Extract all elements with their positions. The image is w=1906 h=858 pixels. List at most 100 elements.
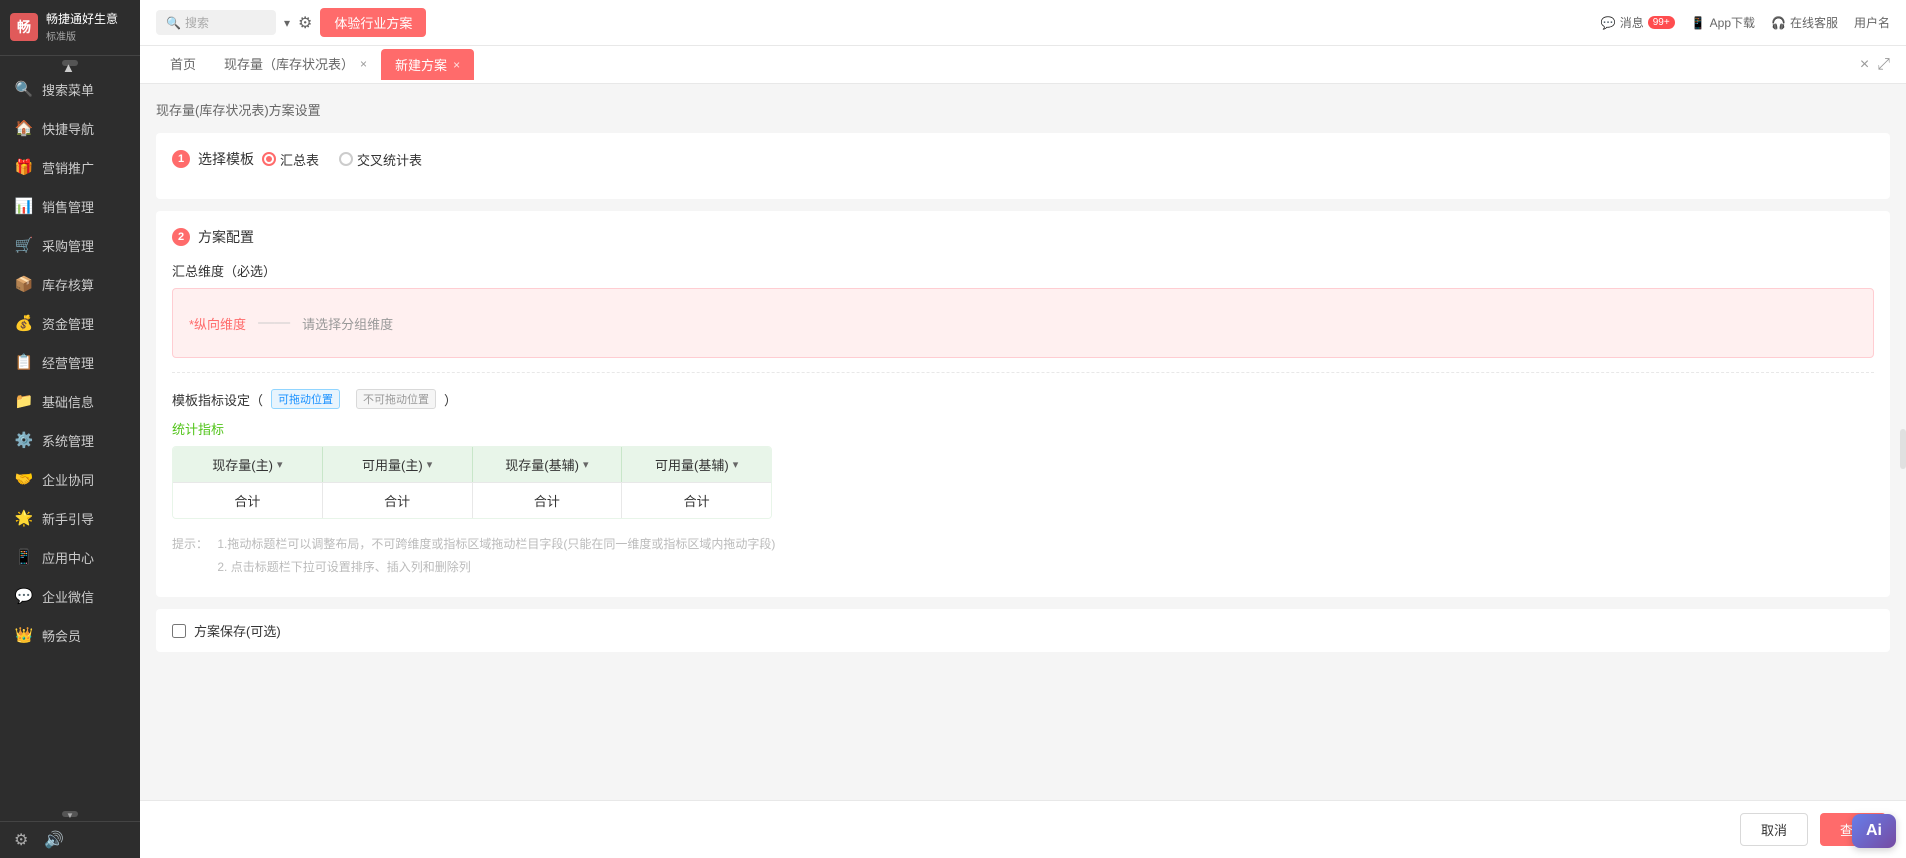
sidebar-item-label: 基础信息 [42,392,94,411]
message-badge: 99+ [1648,16,1675,29]
template-settings-prefix: 模板指标设定（ [172,390,263,409]
template-radio-group: 汇总表 交叉统计表 [262,150,422,169]
window-close-icon[interactable]: × [1860,56,1869,74]
headset-icon: 🎧 [1771,16,1786,30]
folder-icon: 📁 [14,392,34,410]
radio-summary[interactable]: 汇总表 [262,150,319,169]
user-name: 用户名 [1854,16,1890,30]
cell-0-1: 合计 [323,482,473,518]
online-service-button[interactable]: 🎧 在线客服 [1771,14,1838,31]
tab-new-plan[interactable]: 新建方案 × [381,49,474,80]
chevron-down-icon-3: ▾ [733,458,739,471]
sidebar-item-sales[interactable]: 📊 销售管理 [0,187,140,226]
sidebar-item-finance[interactable]: 💰 资金管理 [0,304,140,343]
cancel-button[interactable]: 取消 [1740,813,1808,846]
tag-draggable: 可拖动位置 [271,389,340,409]
sidebar-item-basic[interactable]: 📁 基础信息 [0,382,140,421]
sidebar-item-label: 资金管理 [42,314,94,333]
trial-btn[interactable]: 体验行业方案 [320,8,426,37]
radio-summary-label: 汇总表 [280,150,319,169]
app-logo: 畅 畅捷通好生意 标准版 [0,0,140,56]
sidebar-item-newbie[interactable]: 🌟 新手引导 [0,499,140,538]
sidebar-item-search[interactable]: 🔍 搜索菜单 [0,70,140,109]
sidebar-item-label: 经营管理 [42,353,94,372]
sidebar-item-app-center[interactable]: 📱 应用中心 [0,538,140,577]
col-header-2[interactable]: 现存量(基辅) ▾ [473,447,623,482]
col-header-1[interactable]: 可用量(主) ▾ [323,447,473,482]
gift-icon: 🎁 [14,158,34,176]
topbar-left: 🔍 搜索 ▾ ⚙ 体验行业方案 [156,8,1589,37]
ai-float-button[interactable]: Ai [1852,814,1896,848]
tips-item-0: 提示： 1.拖动标题栏可以调整布局，不可跨维度或指标区域拖动栏目字段(只能在同一… [172,535,1874,554]
indicator-table: 现存量(主) ▾ 可用量(主) ▾ 现存量(基辅) ▾ 可用量(基辅) [172,446,772,519]
chart-icon: 📊 [14,197,34,215]
chat-icon: 💬 [14,587,34,605]
handshake-icon: 🤝 [14,470,34,488]
sidebar-item-wechat[interactable]: 💬 企业微信 [0,577,140,616]
box-icon: 📦 [14,275,34,293]
sidebar-item-label: 应用中心 [42,548,94,567]
cart-icon: 🛒 [14,236,34,254]
topbar-dropdown[interactable]: ▾ [284,16,290,30]
main-area: 🔍 搜索 ▾ ⚙ 体验行业方案 💬 消息 99+ 📱 App下载 🎧 在线客服 [140,0,1906,858]
page-title: 现存量(库存状况表)方案设置 [156,100,1890,119]
chevron-down-icon-1: ▾ [427,458,433,471]
cell-0-3: 合计 [622,482,771,518]
audio-footer-icon[interactable]: 🔊 [44,830,64,850]
save-section: 方案保存(可选) [156,609,1890,652]
sidebar-item-cooperation[interactable]: 🤝 企业协同 [0,460,140,499]
search-icon: 🔍 [14,80,34,98]
scroll-down-indicator[interactable]: ▼ [62,811,78,817]
cell-0-2: 合计 [473,482,623,518]
col-header-0-label: 现存量(主) [212,455,273,474]
app-download-label: App下载 [1710,14,1755,31]
money-icon: 💰 [14,314,34,332]
sidebar-item-vip[interactable]: 👑 畅会员 [0,616,140,655]
radio-cross[interactable]: 交叉统计表 [339,150,422,169]
sidebar-item-system[interactable]: ⚙️ 系统管理 [0,421,140,460]
col-header-3[interactable]: 可用量(基辅) ▾ [622,447,771,482]
tabs-bar: 首页 现存量（库存状况表） × 新建方案 × × ⤢ [140,46,1906,84]
col-header-0[interactable]: 现存量(主) ▾ [173,447,323,482]
step2-title: 方案配置 [198,227,254,247]
sidebar-item-label: 系统管理 [42,431,94,450]
step2-section: 2 方案配置 汇总维度（必选） *纵向维度 —— 请选择分组维度 模板指标设定（… [156,211,1890,597]
topbar: 🔍 搜索 ▾ ⚙ 体验行业方案 💬 消息 99+ 📱 App下载 🎧 在线客服 [140,0,1906,46]
tab-inventory-close-icon[interactable]: × [360,57,367,71]
app-download-button[interactable]: 📱 App下载 [1691,14,1755,31]
settings-footer-icon[interactable]: ⚙ [14,830,28,850]
step2-badge: 2 [172,228,190,246]
sidebar-item-inventory[interactable]: 📦 库存核算 [0,265,140,304]
step1-header: 1 选择模板 汇总表 交叉统计表 [172,149,1874,169]
dimension-area[interactable]: *纵向维度 —— 请选择分组维度 [172,288,1874,358]
sidebar-item-marketing[interactable]: 🎁 营销推广 [0,148,140,187]
tab-new-plan-close-icon[interactable]: × [453,58,460,72]
sidebar: 畅 畅捷通好生意 标准版 ▲ 🔍 搜索菜单 🏠 快捷导航 🎁 营销推广 📊 销售… [0,0,140,858]
dimension-placeholder: 请选择分组维度 [302,314,393,333]
sidebar-item-purchase[interactable]: 🛒 采购管理 [0,226,140,265]
sidebar-item-quick-nav[interactable]: 🏠 快捷导航 [0,109,140,148]
sidebar-item-business[interactable]: 📋 经营管理 [0,343,140,382]
topbar-gear-icon[interactable]: ⚙ [298,13,312,33]
tab-home[interactable]: 首页 [156,46,210,83]
window-expand-icon[interactable]: ⤢ [1877,56,1890,74]
indicator-table-row-0: 合计 合计 合计 合计 [173,482,771,518]
radio-cross-label: 交叉统计表 [357,150,422,169]
content-area: 现存量(库存状况表)方案设置 1 选择模板 汇总表 交叉统计表 [140,84,1906,800]
radio-summary-circle [262,152,276,166]
dimension-required-text: *纵向维度 [189,314,246,333]
dimension-label: 汇总维度（必选） [172,261,1874,280]
message-button[interactable]: 💬 消息 99+ [1601,14,1675,31]
tab-inventory[interactable]: 现存量（库存状况表） × [210,46,381,83]
resize-handle[interactable] [1900,429,1906,469]
user-info[interactable]: 用户名 [1854,14,1890,31]
gear-icon: ⚙️ [14,431,34,449]
stats-label: 统计指标 [172,419,1874,438]
logo-icon: 畅 [10,13,38,41]
save-label[interactable]: 方案保存(可选) [194,621,281,640]
crown-icon: 👑 [14,626,34,644]
scroll-up-indicator[interactable]: ▲ [62,60,78,66]
save-checkbox[interactable] [172,624,186,638]
step1-section: 1 选择模板 汇总表 交叉统计表 [156,133,1890,199]
topbar-search[interactable]: 🔍 搜索 [156,10,276,35]
